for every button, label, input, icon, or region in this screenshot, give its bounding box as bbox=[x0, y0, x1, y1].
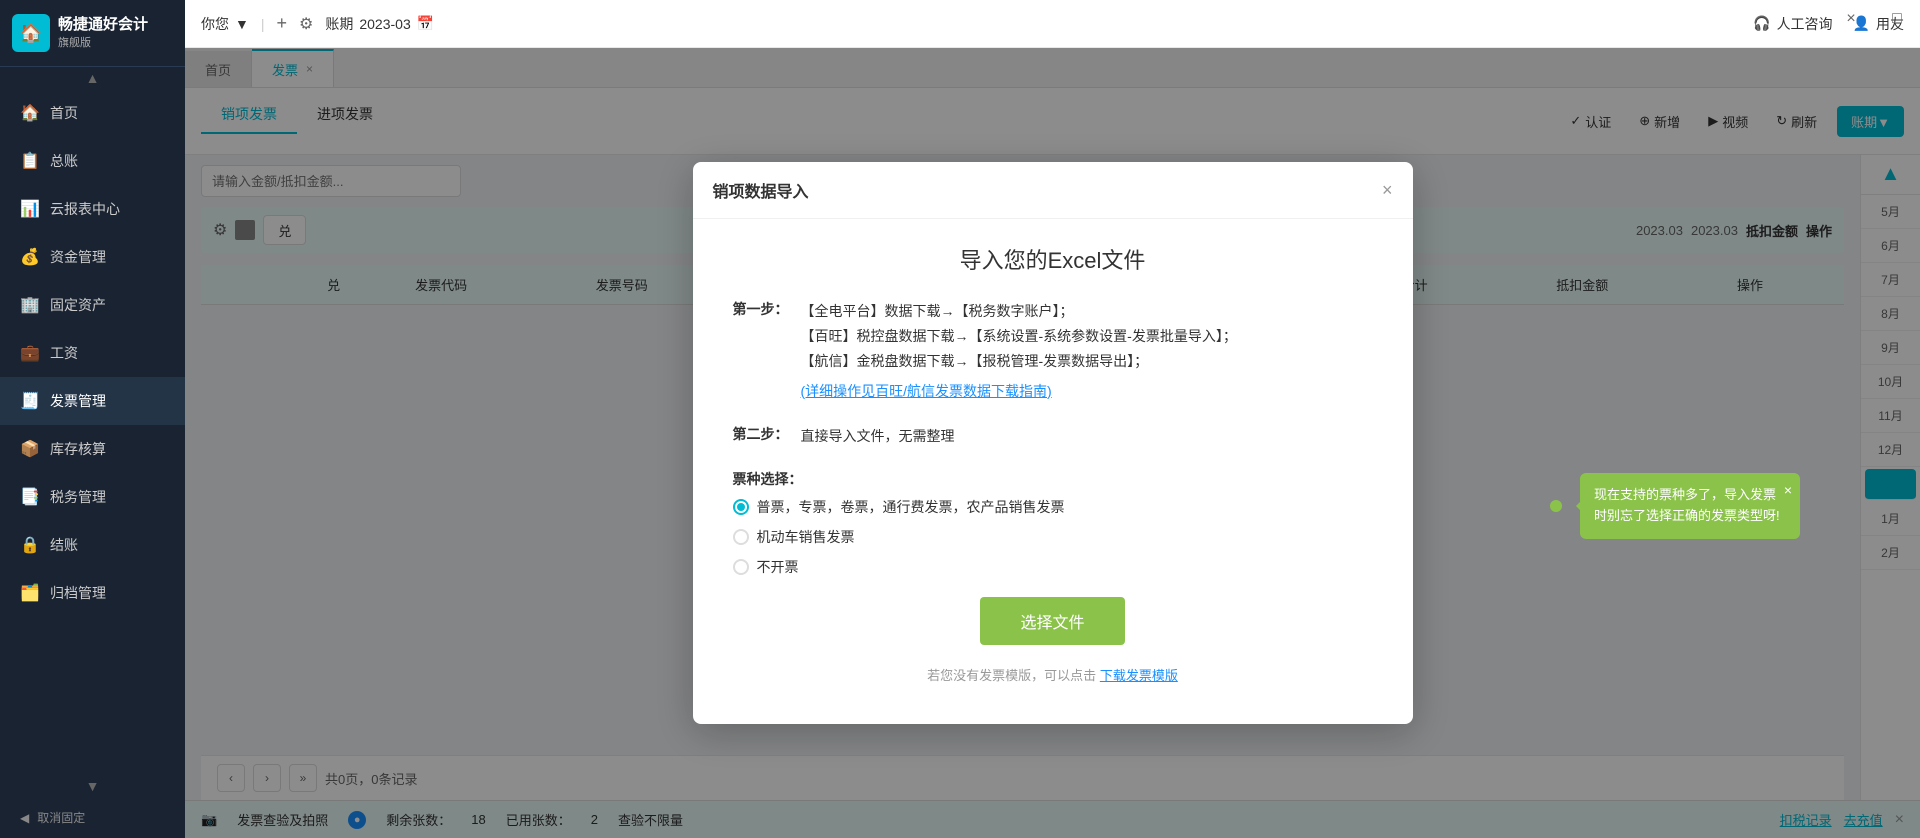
sidebar-nav: 🏠 首页 📋 总账 📊 云报表中心 💰 资金管理 🏢 固定资产 💼 工资 bbox=[0, 89, 185, 775]
sidebar-item-label: 首页 bbox=[50, 103, 78, 123]
consult-button[interactable]: 🎧 人工咨询 bbox=[1753, 14, 1832, 34]
sidebar-item-salary[interactable]: 💼 工资 bbox=[0, 329, 185, 377]
tooltip-text: 现在支持的票种多了，导入发票时别忘了选择正确的发票类型呀! bbox=[1594, 487, 1780, 523]
step2-label: 第二步： bbox=[733, 424, 789, 449]
step2-content: 直接导入文件，无需整理 bbox=[801, 424, 955, 449]
calendar-icon: 📅 bbox=[417, 15, 434, 32]
inventory-icon: 📦 bbox=[20, 439, 40, 459]
invoice-icon: 🧾 bbox=[20, 391, 40, 411]
tooltip-dot bbox=[1550, 500, 1562, 512]
sidebar-item-reports[interactable]: 📊 云报表中心 bbox=[0, 185, 185, 233]
tooltip-popup: × 现在支持的票种多了，导入发票时别忘了选择正确的发票类型呀! bbox=[1580, 473, 1800, 539]
modal-heading: 导入您的Excel文件 bbox=[733, 243, 1373, 275]
salary-icon: 💼 bbox=[20, 343, 40, 363]
sidebar-unpin[interactable]: ◀ 取消固定 bbox=[0, 797, 185, 838]
chevron-down-icon: ▼ bbox=[235, 16, 249, 32]
modal-overlay: 销项数据导入 × 导入您的Excel文件 第一步： 【全电平台】数据下载→【税务… bbox=[185, 48, 1920, 838]
sidebar-item-close[interactable]: 🔒 结账 bbox=[0, 521, 185, 569]
app-logo-text: 畅捷通好会计 旗舰版 bbox=[58, 16, 148, 50]
sidebar-item-invoice[interactable]: 🧾 发票管理 bbox=[0, 377, 185, 425]
radio-option-2[interactable]: 机动车销售发票 bbox=[733, 527, 1373, 547]
sidebar-item-label: 固定资产 bbox=[50, 295, 106, 315]
separator: | bbox=[261, 16, 265, 32]
tax-icon: 📑 bbox=[20, 487, 40, 507]
pin-icon: ◀ bbox=[20, 811, 29, 825]
sidebar-item-label: 资金管理 bbox=[50, 247, 106, 267]
radio-group: 普票，专票，卷票，通行费发票，农产品销售发票 机动车销售发票 不开票 bbox=[733, 497, 1373, 577]
sidebar-scroll-down[interactable]: ▼ bbox=[0, 775, 185, 797]
tooltip-close-btn[interactable]: × bbox=[1784, 479, 1792, 501]
sidebar-item-home[interactable]: 🏠 首页 bbox=[0, 89, 185, 137]
archive-icon: 🗂️ bbox=[20, 583, 40, 603]
step-2: 第二步： 直接导入文件，无需整理 bbox=[733, 424, 1373, 449]
app-logo-icon: 🏠 bbox=[12, 14, 50, 52]
sidebar-item-label: 结账 bbox=[50, 535, 78, 555]
ticket-label: 票种选择： bbox=[733, 471, 803, 487]
sidebar-item-label: 工资 bbox=[50, 343, 78, 363]
select-file-btn[interactable]: 选择文件 bbox=[980, 597, 1124, 645]
modal-btn-row: 选择文件 bbox=[733, 597, 1373, 645]
step1-label: 第一步： bbox=[733, 299, 789, 404]
sidebar-item-inventory[interactable]: 📦 库存核算 bbox=[0, 425, 185, 473]
sidebar-scroll-up[interactable]: ▲ bbox=[0, 67, 185, 89]
guide-link[interactable]: (详细操作见百旺/航信发票数据下载指南) bbox=[801, 383, 1052, 399]
modal-title: 销项数据导入 bbox=[713, 178, 809, 202]
step1-content: 【全电平台】数据下载→【税务数字账户】； 【百旺】税控盘数据下载→【系统设置-系… bbox=[801, 299, 1237, 404]
close-window-btn[interactable]: × bbox=[1828, 0, 1874, 38]
sidebar-item-label: 发票管理 bbox=[50, 391, 106, 411]
modal-footer: 若您没有发票模版，可以点击 下载发票模版 bbox=[733, 665, 1373, 684]
add-button[interactable]: + bbox=[277, 13, 288, 34]
home-icon: 🏠 bbox=[20, 103, 40, 123]
download-template-link[interactable]: 下载发票模版 bbox=[1100, 668, 1178, 683]
topbar: 你您 ▼ | + ⚙ 账期 2023-03 📅 🎧 人工咨询 👤 用友 bbox=[185, 0, 1920, 48]
sidebar-item-tax[interactable]: 📑 税务管理 bbox=[0, 473, 185, 521]
sidebar-item-label: 税务管理 bbox=[50, 487, 106, 507]
maximize-window-btn[interactable]: □ bbox=[1874, 0, 1920, 38]
ticket-choice: 票种选择： 普票，专票，卷票，通行费发票，农产品销售发票 机动车销售发票 不开票 bbox=[733, 469, 1373, 577]
funds-icon: 💰 bbox=[20, 247, 40, 267]
close-accounts-icon: 🔒 bbox=[20, 535, 40, 555]
sidebar-logo: 🏠 畅捷通好会计 旗舰版 bbox=[0, 0, 185, 67]
import-modal: 销项数据导入 × 导入您的Excel文件 第一步： 【全电平台】数据下载→【税务… bbox=[693, 162, 1413, 724]
sidebar-item-archive[interactable]: 🗂️ 归档管理 bbox=[0, 569, 185, 617]
sidebar-item-label: 归档管理 bbox=[50, 583, 106, 603]
modal-close-btn[interactable]: × bbox=[1382, 180, 1393, 201]
modal-body: 导入您的Excel文件 第一步： 【全电平台】数据下载→【税务数字账户】； 【百… bbox=[693, 219, 1413, 724]
sidebar-item-funds[interactable]: 💰 资金管理 bbox=[0, 233, 185, 281]
sidebar-item-label: 总账 bbox=[50, 151, 78, 171]
radio-option-3[interactable]: 不开票 bbox=[733, 557, 1373, 577]
sidebar-item-label: 库存核算 bbox=[50, 439, 106, 459]
company-selector[interactable]: 你您 ▼ bbox=[201, 14, 249, 34]
assets-icon: 🏢 bbox=[20, 295, 40, 315]
radio-option-1[interactable]: 普票，专票，卷票，通行费发票，农产品销售发票 bbox=[733, 497, 1373, 517]
sidebar-item-label: 云报表中心 bbox=[50, 199, 120, 219]
period-selector[interactable]: 账期 2023-03 📅 bbox=[325, 14, 434, 34]
modal-header: 销项数据导入 × bbox=[693, 162, 1413, 219]
settings-icon[interactable]: ⚙ bbox=[299, 14, 313, 34]
radio-unchecked-icon-2 bbox=[733, 559, 749, 575]
reports-icon: 📊 bbox=[20, 199, 40, 219]
ledger-icon: 📋 bbox=[20, 151, 40, 171]
sidebar-item-assets[interactable]: 🏢 固定资产 bbox=[0, 281, 185, 329]
sidebar-item-ledger[interactable]: 📋 总账 bbox=[0, 137, 185, 185]
radio-unchecked-icon bbox=[733, 529, 749, 545]
step-1: 第一步： 【全电平台】数据下载→【税务数字账户】； 【百旺】税控盘数据下载→【系… bbox=[733, 299, 1373, 404]
sidebar: 🏠 畅捷通好会计 旗舰版 ▲ 🏠 首页 📋 总账 📊 云报表中心 💰 资金管 bbox=[0, 0, 185, 838]
radio-checked-icon bbox=[733, 499, 749, 515]
headset-icon: 🎧 bbox=[1753, 15, 1770, 32]
window-controls: × □ bbox=[1828, 0, 1920, 38]
